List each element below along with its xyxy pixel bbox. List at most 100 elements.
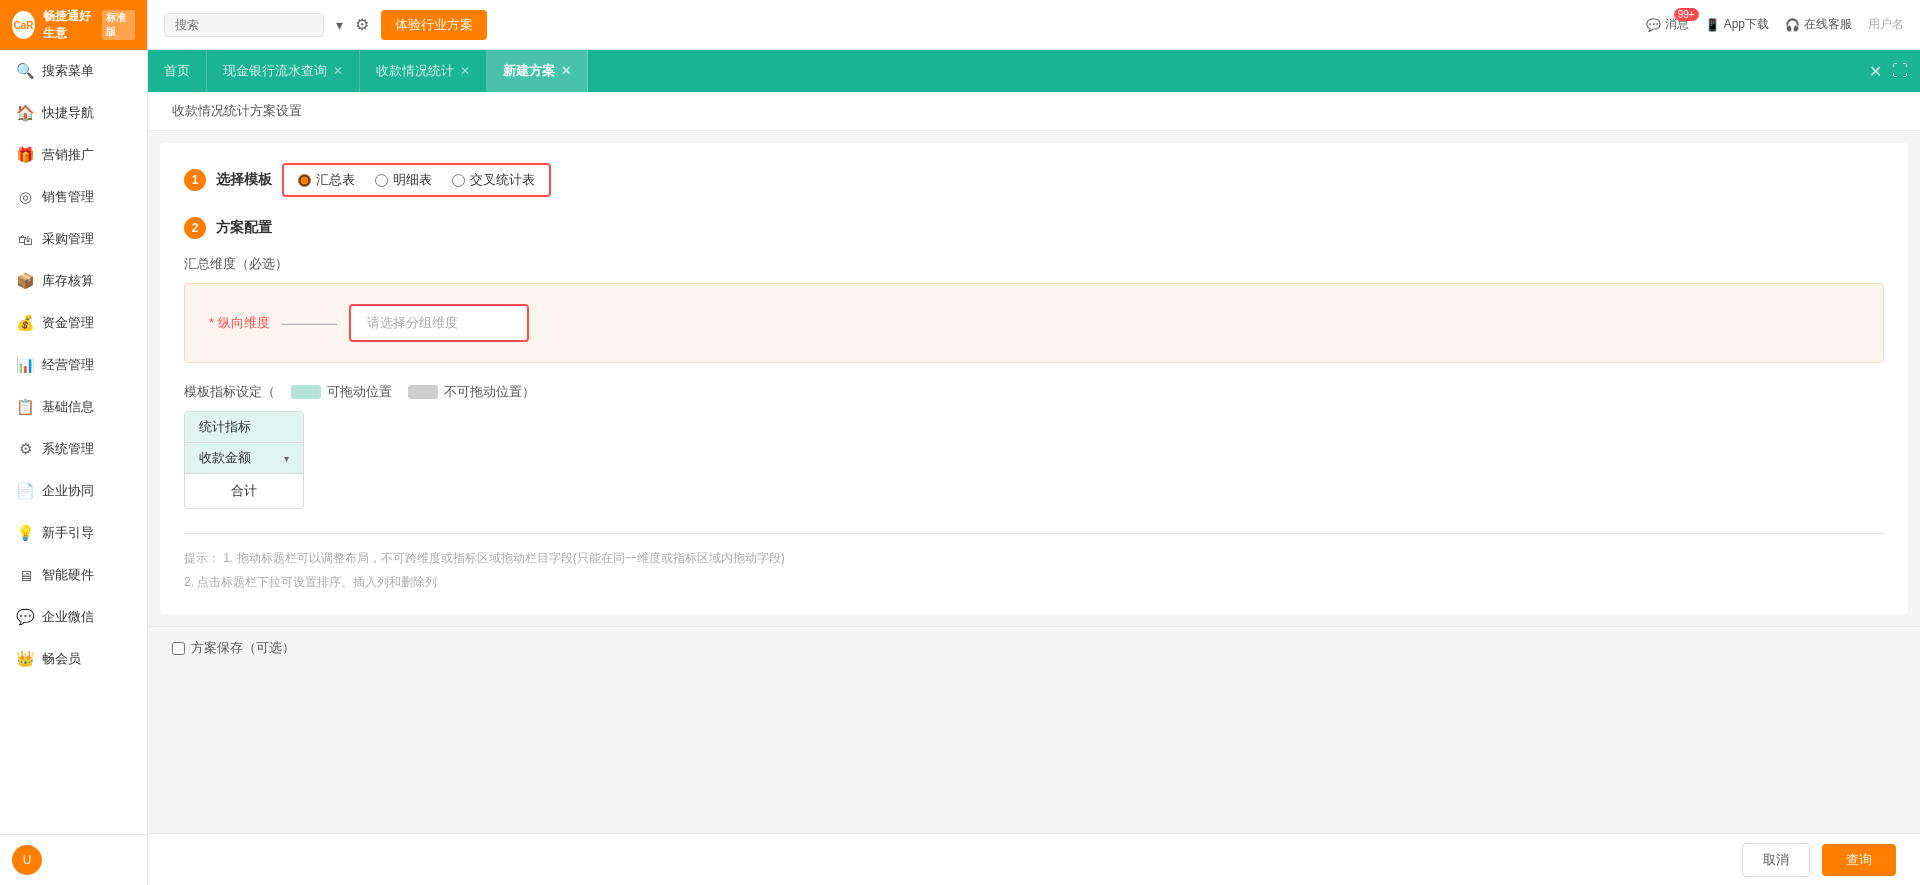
save-plan-checkbox-label[interactable]: 方案保存（可选） xyxy=(172,639,295,657)
radio-crosstab-label: 交叉统计表 xyxy=(470,171,535,189)
arrow-icon: ────── xyxy=(282,316,337,331)
indicator-row-total: 合计 xyxy=(185,474,303,508)
indicator-header: 模板指标设定（ 可拖动位置 不可拖动位置） xyxy=(184,383,1884,401)
tab-bar: 首页 现金银行流水查询 ✕ 收款情况统计 ✕ 新建方案 ✕ ✕ ⛶ xyxy=(148,50,1920,92)
sidebar-label-basic-info: 基础信息 xyxy=(42,398,94,416)
bulb-icon: 💡 xyxy=(16,524,34,542)
industry-btn[interactable]: 体验行业方案 xyxy=(381,10,487,40)
sidebar-label-member: 畅会员 xyxy=(42,650,81,668)
chat-icon: 💬 xyxy=(16,608,34,626)
money-icon: 💰 xyxy=(16,314,34,332)
tab-cashflow[interactable]: 现金银行流水查询 ✕ xyxy=(207,50,360,92)
tab-collection[interactable]: 收款情况统计 ✕ xyxy=(360,50,487,92)
indicator-title-text: 模板指标设定（ xyxy=(184,383,275,401)
radio-detail[interactable]: 明细表 xyxy=(375,171,432,189)
sidebar-item-finance[interactable]: 💰 资金管理 xyxy=(0,302,147,344)
sidebar-item-system[interactable]: ⚙ 系统管理 xyxy=(0,428,147,470)
monitor-icon: 🖥 xyxy=(16,566,34,584)
sidebar-label-cooperation: 企业协同 xyxy=(42,482,94,500)
cancel-button[interactable]: 取消 xyxy=(1742,843,1810,877)
tab-collection-close[interactable]: ✕ xyxy=(460,64,470,78)
page-title-bar: 收款情况统计方案设置 xyxy=(148,92,1920,131)
sidebar-label-purchase: 采购管理 xyxy=(42,230,94,248)
section2-num: 2 xyxy=(184,217,206,239)
dropdown-icon[interactable]: ▾ xyxy=(336,17,343,33)
sidebar-item-inventory[interactable]: 📦 库存核算 xyxy=(0,260,147,302)
topbar: ▾ ⚙ 体验行业方案 💬 消息 99+ 📱 App下载 🎧 在线客服 用户名 xyxy=(148,0,1920,50)
tab-cashflow-label: 现金银行流水查询 xyxy=(223,62,327,80)
section1-title: 选择模板 xyxy=(216,171,272,189)
template-radio-group: 汇总表 明细表 交叉统计表 xyxy=(282,163,551,197)
bag-icon: 🛍 xyxy=(16,230,34,248)
sidebar-item-member[interactable]: 👑 畅会员 xyxy=(0,638,147,680)
tab-home[interactable]: 首页 xyxy=(148,50,207,92)
sidebar-label-search-menu: 搜索菜单 xyxy=(42,62,94,80)
draggable-legend-box xyxy=(291,385,321,399)
sidebar-label-quick-nav: 快捷导航 xyxy=(42,104,94,122)
radio-crosstab-input[interactable] xyxy=(452,174,465,187)
footer-bar: 方案保存（可选） xyxy=(148,626,1920,669)
query-button[interactable]: 查询 xyxy=(1822,844,1896,876)
username: 用户名 xyxy=(1868,16,1904,33)
avatar: U xyxy=(12,845,42,875)
action-bar: 取消 查询 xyxy=(148,833,1920,885)
section2-title: 方案配置 xyxy=(216,219,272,237)
sidebar-item-hardware[interactable]: 🖥 智能硬件 xyxy=(0,554,147,596)
radio-summary-input[interactable] xyxy=(298,174,311,187)
main-area: ▾ ⚙ 体验行业方案 💬 消息 99+ 📱 App下载 🎧 在线客服 用户名 首… xyxy=(148,0,1920,885)
sidebar-label-operation: 经营管理 xyxy=(42,356,94,374)
non-draggable-legend-box xyxy=(408,385,438,399)
dimension-area: * 纵向维度 ────── 请选择分组维度 xyxy=(184,283,1884,363)
sidebar-item-search-menu[interactable]: 🔍 搜索菜单 xyxy=(0,50,147,92)
sidebar: CaR 畅捷通好生意 标准版 🔍 搜索菜单 🏠 快捷导航 🎁 营销推广 ◎ 销售… xyxy=(0,0,148,885)
sales-icon: ◎ xyxy=(16,188,34,206)
radio-summary-label: 汇总表 xyxy=(316,171,355,189)
indicator-table: 统计指标 收款金额 ▾ 合计 xyxy=(184,411,304,509)
dimension-select[interactable]: 请选择分组维度 xyxy=(349,304,529,342)
indicator-section-header: 统计指标 xyxy=(185,412,303,443)
close-window-icon[interactable]: ✕ xyxy=(1869,62,1882,81)
doc-icon: 📄 xyxy=(16,482,34,500)
tab-new-plan[interactable]: 新建方案 ✕ xyxy=(487,50,588,92)
radio-crosstab[interactable]: 交叉统计表 xyxy=(452,171,535,189)
sidebar-tag: 标准版 xyxy=(102,10,135,40)
tab-new-plan-label: 新建方案 xyxy=(503,62,555,80)
sidebar-item-quick-nav[interactable]: 🏠 快捷导航 xyxy=(0,92,147,134)
sidebar-item-guide[interactable]: 💡 新手引导 xyxy=(0,512,147,554)
search-input[interactable] xyxy=(164,13,324,37)
page-title: 收款情况统计方案设置 xyxy=(172,103,302,118)
legend-draggable: 可拖动位置 xyxy=(291,383,392,401)
sidebar-item-marketing[interactable]: 🎁 营销推广 xyxy=(0,134,147,176)
radio-detail-input[interactable] xyxy=(375,174,388,187)
tab-new-plan-close[interactable]: ✕ xyxy=(561,64,571,78)
app-download-link[interactable]: 📱 App下载 xyxy=(1705,16,1769,33)
sidebar-bottom: U xyxy=(0,834,147,885)
sidebar-item-sales[interactable]: ◎ 销售管理 xyxy=(0,176,147,218)
section2-header: 2 方案配置 xyxy=(184,217,1884,239)
radio-summary[interactable]: 汇总表 xyxy=(298,171,355,189)
indicator-section: 模板指标设定（ 可拖动位置 不可拖动位置） 统计指标 xyxy=(184,383,1884,509)
sidebar-item-purchase[interactable]: 🛍 采购管理 xyxy=(0,218,147,260)
sidebar-item-basic-info[interactable]: 📋 基础信息 xyxy=(0,386,147,428)
sidebar-item-operation[interactable]: 📊 经营管理 xyxy=(0,344,147,386)
non-draggable-legend-label: 不可拖动位置） xyxy=(444,383,535,401)
indicator-col-header[interactable]: 收款金额 ▾ xyxy=(185,443,303,474)
download-icon: 📱 xyxy=(1705,18,1720,32)
sidebar-label-hardware: 智能硬件 xyxy=(42,566,94,584)
message-icon-area[interactable]: 💬 消息 99+ xyxy=(1646,16,1689,33)
gift-icon: 🎁 xyxy=(16,146,34,164)
settings-icon[interactable]: ⚙ xyxy=(355,15,369,34)
online-service-link[interactable]: 🎧 在线客服 xyxy=(1785,16,1852,33)
topbar-right: 💬 消息 99+ 📱 App下载 🎧 在线客服 用户名 xyxy=(1646,16,1904,33)
save-plan-label: 方案保存（可选） xyxy=(191,639,295,657)
maximize-icon[interactable]: ⛶ xyxy=(1892,62,1908,80)
legend-non-draggable: 不可拖动位置） xyxy=(408,383,535,401)
home-icon: 🏠 xyxy=(16,104,34,122)
sidebar-item-wechat[interactable]: 💬 企业微信 xyxy=(0,596,147,638)
col-dropdown-icon[interactable]: ▾ xyxy=(284,453,289,464)
box-icon: 📦 xyxy=(16,272,34,290)
tab-cashflow-close[interactable]: ✕ xyxy=(333,64,343,78)
save-plan-checkbox[interactable] xyxy=(172,642,185,655)
sidebar-item-cooperation[interactable]: 📄 企业协同 xyxy=(0,470,147,512)
sidebar-label-marketing: 营销推广 xyxy=(42,146,94,164)
